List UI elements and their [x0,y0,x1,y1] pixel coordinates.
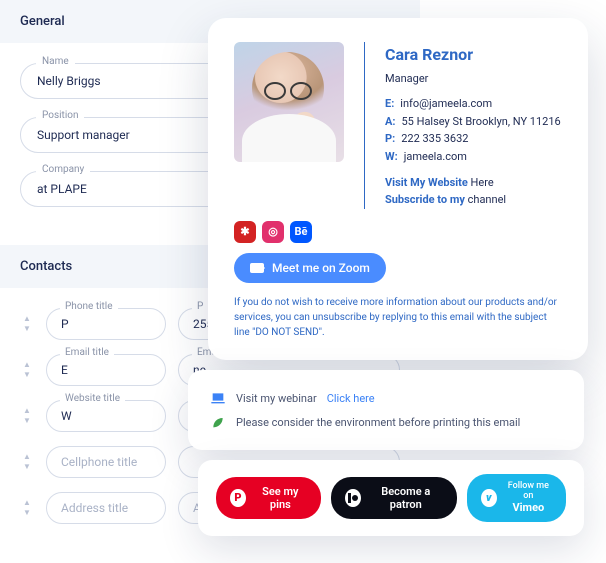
label-name: Name [36,56,75,67]
drag-handle-icon[interactable]: ▲▼ [20,407,34,425]
input-address-title[interactable] [46,492,166,524]
vimeo-icon: v [481,489,497,507]
visit-website-link[interactable]: Visit My Website [385,176,468,189]
social-pills-card: P See my pins Become a patron v Follow m… [198,460,584,536]
phone-key: P: [385,132,395,145]
vertical-divider [364,42,365,209]
webinar-text: Visit my webinar [236,392,317,405]
subscribe-link[interactable]: Subscride to my [385,193,465,206]
signature-links: Visit My Website Here Subscride to my ch… [385,174,562,209]
label-phone-value: P [192,301,208,312]
pinterest-label: See my pins [254,485,307,511]
instagram-icon[interactable]: ◎ [262,221,284,243]
label-company: Company [36,164,90,175]
signature-name: Cara Reznor [385,42,562,68]
signature-address: A: 55 Halsey St Brooklyn, NY 11216 [385,113,562,131]
field-cellphone-title [46,446,166,478]
signature-email: E: info@jameela.com [385,95,562,113]
signature-disclaimer: If you do not wish to receive more infor… [234,295,562,340]
zoom-button-label: Meet me on Zoom [272,261,370,275]
signature-top: Cara Reznor Manager E: info@jameela.com A… [234,42,562,209]
input-email-title[interactable] [46,354,166,386]
social-icons: ✱ ◎ Bē [234,221,562,243]
yelp-icon[interactable]: ✱ [234,221,256,243]
field-website-title: Website title [46,400,166,432]
signature-preview-card: Cara Reznor Manager E: info@jameela.com A… [208,18,588,360]
webinar-link[interactable]: Click here [327,392,375,405]
input-phone-title[interactable] [46,308,166,340]
label-phone-title: Phone title [60,301,118,312]
patreon-icon [345,489,361,507]
field-email-title: Email title [46,354,166,386]
zoom-button[interactable]: Meet me on Zoom [234,253,386,283]
phone-value: 222 335 3632 [401,132,468,145]
input-website-title[interactable] [46,400,166,432]
label-position: Position [36,110,84,121]
label-website-title: Website title [60,393,125,404]
signature-website: W: jameela.com [385,148,562,166]
thumbs-up-icon [292,110,319,143]
email-value: info@jameela.com [400,97,492,110]
drag-handle-icon[interactable]: ▲▼ [20,361,34,379]
addr-key: A: [385,115,396,128]
email-key: E: [385,97,394,110]
patreon-button[interactable]: Become a patron [331,477,457,519]
signature-info: Cara Reznor Manager E: info@jameela.com A… [385,42,562,209]
field-phone-title: Phone title [46,308,166,340]
subscribe-suffix: channel [465,193,506,206]
glasses-icon [264,82,312,98]
vimeo-label-a: Follow me on [505,482,552,502]
input-cellphone-title[interactable] [46,446,166,478]
avatar [234,42,344,162]
pinterest-button[interactable]: P See my pins [216,477,321,519]
field-address-title [46,492,166,524]
visit-website-suffix: Here [468,176,494,189]
drag-handle-icon[interactable]: ▲▼ [20,499,34,517]
environment-text: Please consider the environment before p… [236,416,520,429]
pinterest-icon: P [230,489,246,507]
signature-job-title: Manager [385,70,562,88]
drag-handle-icon[interactable]: ▲▼ [20,315,34,333]
label-email-title: Email title [60,347,114,358]
behance-icon[interactable]: Bē [290,221,312,243]
vimeo-label: Follow me on Vimeo [505,482,552,514]
web-value: jameela.com [404,150,467,163]
signature-phone: P: 222 335 3632 [385,130,562,148]
vimeo-button[interactable]: v Follow me on Vimeo [467,474,566,522]
leaf-icon [210,414,226,430]
camera-icon [250,263,264,273]
drag-handle-icon[interactable]: ▲▼ [20,453,34,471]
webinar-icon [210,390,226,406]
web-key: W: [385,150,398,163]
addr-value: 55 Halsey St Brooklyn, NY 11216 [402,115,561,128]
environment-row: Please consider the environment before p… [210,410,562,434]
webinar-row: Visit my webinar Click here [210,386,562,410]
addons-card: Visit my webinar Click here Please consi… [188,370,584,450]
patreon-label: Become a patron [369,485,443,511]
vimeo-label-b: Vimeo [505,502,552,514]
